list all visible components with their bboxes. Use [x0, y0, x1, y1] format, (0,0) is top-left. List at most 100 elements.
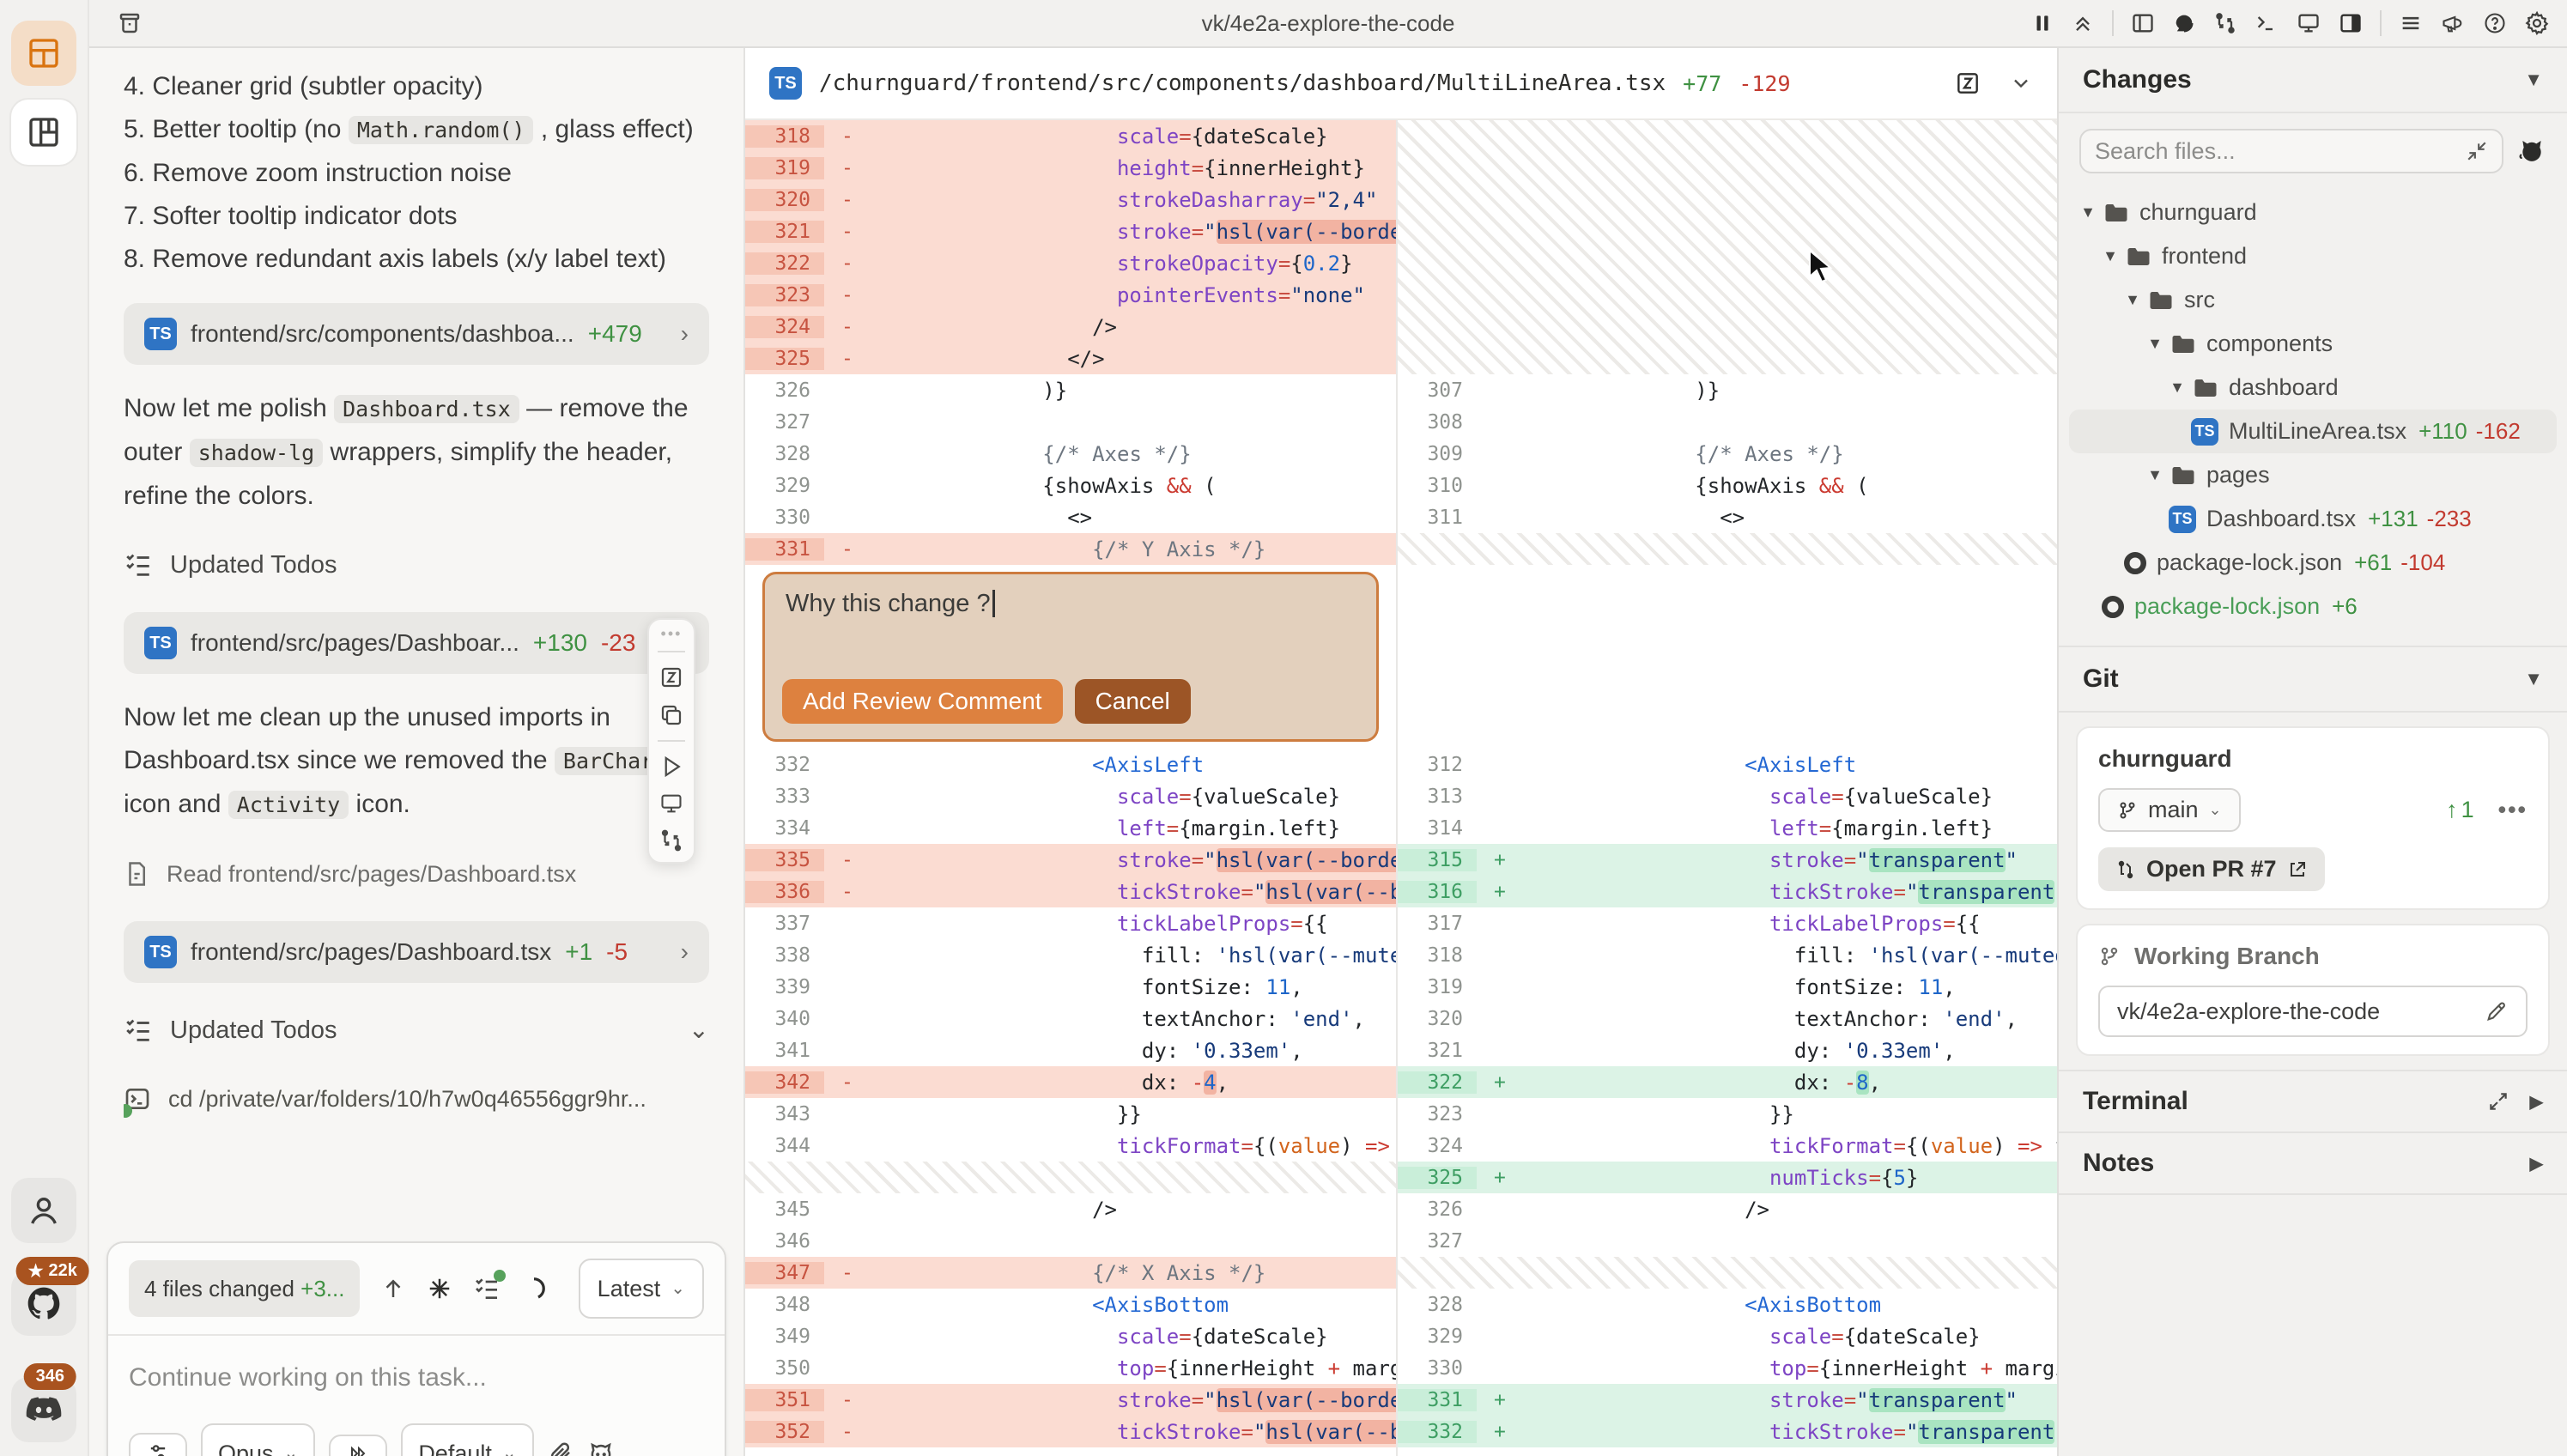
diff-row[interactable]: 322+ dx: -8, [1398, 1066, 2057, 1098]
diff-row[interactable]: 315+ stroke="transparent" [1398, 844, 2057, 876]
terminal-icon[interactable] [2254, 11, 2279, 35]
notes-section-header[interactable]: Notes ▶ [2059, 1131, 2567, 1193]
review-comment-box[interactable]: Why this change ? Add Review Comment Can… [762, 572, 1379, 742]
diff-row[interactable]: 347- {/* X Axis */} [745, 1257, 1396, 1289]
diff-row[interactable]: 324 tickFormat={(value) => f [1398, 1130, 2057, 1162]
diff-row[interactable]: 328 {/* Axes */} [745, 438, 1396, 470]
diff-row[interactable]: 330 <> [745, 501, 1396, 533]
diff-row[interactable]: 310 {showAxis && ( [1398, 470, 2057, 501]
composer-input[interactable]: Continue working on this task... [108, 1336, 725, 1417]
diff-row[interactable]: 344 tickFormat={(value) => f [745, 1130, 1396, 1162]
collapse-arrows-icon[interactable] [2466, 140, 2488, 162]
tree-folder-frontend[interactable]: ▼frontend [2069, 234, 2557, 278]
paperclip-icon[interactable] [548, 1441, 573, 1456]
diff-row[interactable]: 318 fill: 'hsl(var(--muted [1398, 939, 2057, 971]
diff-row[interactable]: 318- scale={dateScale} [745, 120, 1396, 152]
diff-row[interactable]: 308 [1398, 406, 2057, 438]
diff-row[interactable]: 325- </> [745, 343, 1396, 374]
diff-row[interactable]: 324- /> [745, 311, 1396, 343]
todos-indicator[interactable] [473, 1275, 501, 1302]
diff-row[interactable]: 323- pointerEvents="none" [745, 279, 1396, 311]
monitor-icon[interactable] [2296, 11, 2321, 35]
file-chip-components-dashboard[interactable]: TS frontend/src/components/dashboa... +4… [124, 303, 709, 365]
diff-row[interactable]: 317 tickLabelProps={{ [1398, 907, 2057, 939]
diff-row[interactable]: 326 )} [745, 374, 1396, 406]
file-chip-pages-dashboard[interactable]: TS frontend/src/pages/Dashboar... +130 -… [124, 612, 709, 674]
updated-todos-row-2[interactable]: Updated Todos ⌄ [124, 1009, 709, 1052]
terminal-section-header[interactable]: Terminal ▶ [2059, 1070, 2567, 1131]
diff-row[interactable]: 345 /> [745, 1193, 1396, 1225]
diff-stamp-icon[interactable] [658, 664, 684, 690]
archive-box-icon[interactable] [117, 10, 143, 36]
arrow-up-icon[interactable] [380, 1276, 406, 1301]
search-files-input[interactable]: Search files... [2079, 129, 2503, 173]
git-compare-icon[interactable] [658, 828, 684, 853]
file-chip-dashboard-tsx[interactable]: TS frontend/src/pages/Dashboard.tsx +1 -… [124, 921, 709, 983]
branch-dropdown[interactable]: main ⌄ [2098, 788, 2241, 832]
diff-row[interactable]: 319- height={innerHeight} [745, 152, 1396, 184]
diff-row[interactable]: 319 fontSize: 11, [1398, 971, 2057, 1003]
diff-row[interactable]: 309 {/* Axes */} [1398, 438, 2057, 470]
copy-icon[interactable] [658, 702, 684, 728]
tree-folder-src[interactable]: ▼src [2069, 278, 2557, 322]
diff-row[interactable]: 326 /> [1398, 1193, 2057, 1225]
diff-row[interactable]: 325+ numTicks={5} [1398, 1162, 2057, 1193]
files-changed-chip[interactable]: 4 files changed +3... [129, 1260, 360, 1317]
diff-row[interactable]: 338 fill: 'hsl(var(--muted [745, 939, 1396, 971]
chevron-down-icon[interactable] [2009, 71, 2033, 95]
expand-icon[interactable] [2487, 1090, 2509, 1113]
diff-row[interactable]: 321- stroke="hsl(var(--border [745, 215, 1396, 247]
diff-row[interactable]: 346 [745, 1225, 1396, 1257]
workspace-tab-active[interactable] [11, 21, 76, 86]
changes-section-header[interactable]: Changes ▼ [2059, 48, 2567, 113]
diff-row[interactable]: 341 dy: '0.33em', [745, 1034, 1396, 1066]
tree-file-package-lock.json[interactable]: package-lock.json+61-104 [2069, 541, 2557, 585]
chat-bubble-icon[interactable] [2172, 11, 2196, 35]
cat-filled-icon[interactable] [2517, 137, 2546, 165]
open-pr-button[interactable]: Open PR #7 [2098, 847, 2325, 891]
diff-row[interactable]: 339 fontSize: 11, [745, 971, 1396, 1003]
diff-row[interactable]: 331- {/* Y Axis */} [745, 533, 1396, 565]
panel-left-icon[interactable] [2131, 11, 2155, 35]
diff-row[interactable]: 340 textAnchor: 'end', [745, 1003, 1396, 1034]
diff-row[interactable]: 349 scale={dateScale} [745, 1320, 1396, 1352]
add-review-comment-button[interactable]: Add Review Comment [782, 679, 1063, 724]
diff-row[interactable]: 335- stroke="hsl(var(--border [745, 844, 1396, 876]
cat-icon[interactable] [587, 1441, 615, 1456]
megaphone-icon[interactable] [2440, 11, 2466, 35]
tree-file-Dashboard.tsx[interactable]: TSDashboard.tsx+131-233 [2069, 497, 2557, 541]
working-branch-input[interactable]: vk/4e2a-explore-the-code [2098, 986, 2528, 1037]
help-icon[interactable] [2483, 11, 2507, 35]
mode-dropdown[interactable]: Default ⌄ [401, 1423, 533, 1456]
diff-mode-icon[interactable] [1954, 70, 1981, 97]
diff-row[interactable]: 327 [1398, 1225, 2057, 1257]
updated-todos-row[interactable]: Updated Todos [124, 543, 709, 586]
diff-row[interactable]: 331+ stroke="transparent" [1398, 1384, 2057, 1416]
more-options-button[interactable]: ••• [2498, 797, 2528, 823]
diff-row[interactable]: 334 left={margin.left} [745, 812, 1396, 844]
play-icon[interactable] [658, 754, 684, 780]
diff-row[interactable]: 333 scale={valueScale} [745, 780, 1396, 812]
diff-row[interactable]: 352- tickStroke="hsl(var(--bo [745, 1416, 1396, 1447]
diff-row[interactable]: 316+ tickStroke="transparent' [1398, 876, 2057, 907]
menu-icon[interactable] [2399, 11, 2423, 35]
pause-icon[interactable] [2031, 12, 2054, 34]
cancel-button[interactable]: Cancel [1075, 679, 1191, 724]
diff-row[interactable]: 350 top={innerHeight + margi [745, 1352, 1396, 1384]
diff-row[interactable]: 332+ tickStroke="transparent" [1398, 1416, 2057, 1447]
latest-dropdown[interactable]: Latest ⌄ [579, 1259, 704, 1319]
account-button[interactable] [11, 1178, 76, 1243]
review-comment-input[interactable]: Why this change ? [786, 590, 1356, 618]
tree-folder-components[interactable]: ▼components [2069, 322, 2557, 366]
tree-folder-dashboard[interactable]: ▼dashboard [2069, 366, 2557, 410]
diff-row[interactable]: 314 left={margin.left} [1398, 812, 2057, 844]
diff-row[interactable]: 329 scale={dateScale} [1398, 1320, 2057, 1352]
diff-row[interactable]: 323 }} [1398, 1098, 2057, 1130]
gear-icon[interactable] [2524, 10, 2550, 36]
tree-folder-pages[interactable]: ▼pages [2069, 453, 2557, 497]
diff-row[interactable]: 336- tickStroke="hsl(var(--bo [745, 876, 1396, 907]
diff-row[interactable]: 348 <AxisBottom [745, 1289, 1396, 1320]
monitor-icon[interactable] [658, 792, 684, 816]
github-button[interactable]: ★ 22k [11, 1271, 76, 1336]
settings-sliders-button[interactable] [129, 1433, 187, 1456]
